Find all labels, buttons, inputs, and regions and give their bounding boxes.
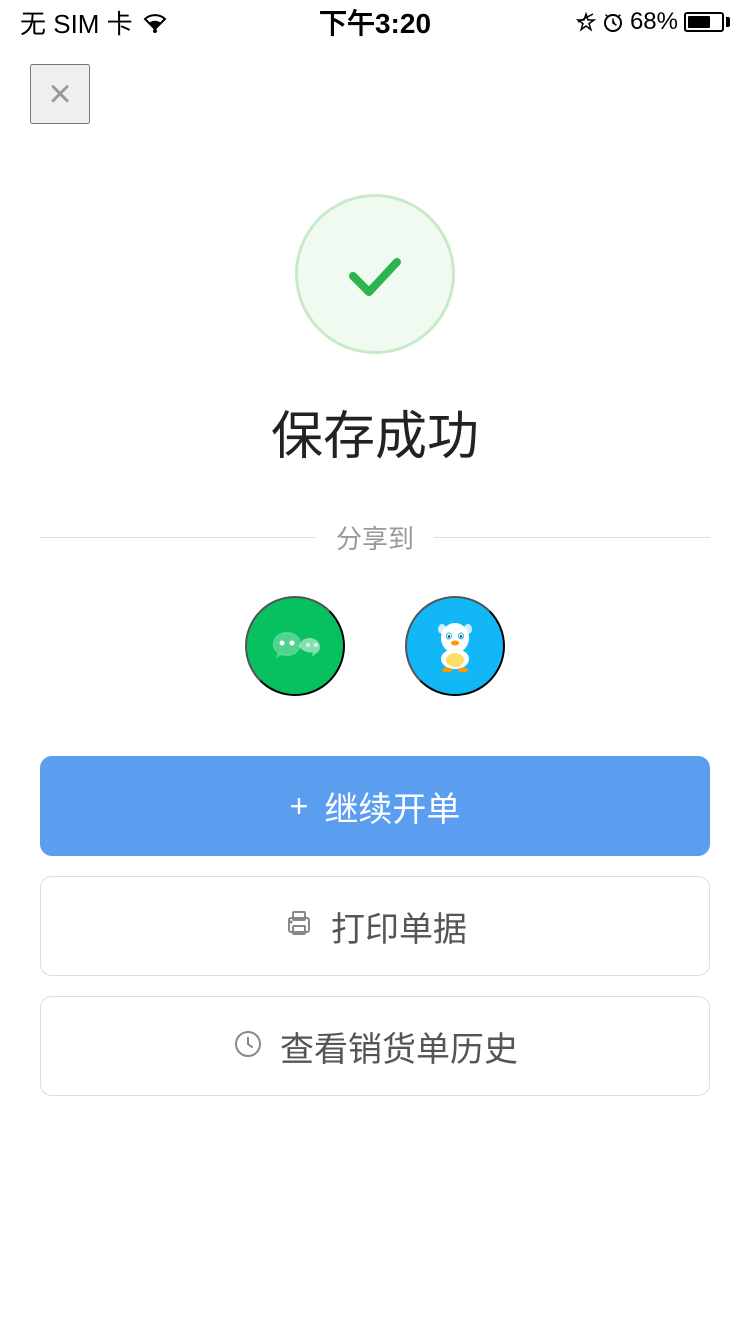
continue-label: 继续开单 [324, 782, 460, 831]
continue-button[interactable]: + 继续开单 [40, 756, 710, 856]
print-label: 打印单据 [331, 902, 467, 951]
status-time: 下午3:20 [319, 2, 431, 42]
share-icons [245, 596, 505, 696]
checkmark-icon [335, 234, 415, 314]
qq-icon [425, 616, 485, 676]
history-label: 查看销货单历史 [280, 1022, 518, 1071]
divider-line-right [434, 537, 710, 538]
print-icon [283, 908, 315, 945]
status-bar: 无 SIM 卡 下午3:20 68% [0, 0, 750, 44]
wifi-icon [141, 11, 169, 33]
success-title: 保存成功 [271, 394, 479, 469]
print-button[interactable]: 打印单据 [40, 876, 710, 976]
battery-icon [684, 12, 730, 32]
alarm-icon [602, 11, 624, 33]
wechat-share-button[interactable] [245, 596, 345, 696]
divider-line-left [40, 537, 316, 538]
share-label: 分享到 [336, 519, 414, 556]
success-circle [295, 194, 455, 354]
close-button[interactable]: × [30, 64, 90, 124]
main-content: 保存成功 分享到 [0, 134, 750, 1334]
history-icon [232, 1028, 264, 1065]
location-icon [576, 12, 596, 32]
history-button[interactable]: 查看销货单历史 [40, 996, 710, 1096]
wechat-icon [265, 616, 325, 676]
carrier-text: 无 SIM 卡 [20, 4, 133, 41]
close-icon: × [48, 74, 71, 114]
battery-text: 68% [630, 8, 678, 36]
share-divider: 分享到 [40, 519, 710, 556]
qq-share-button[interactable] [405, 596, 505, 696]
status-left: 无 SIM 卡 [20, 4, 169, 41]
status-right: 68% [576, 8, 730, 36]
continue-icon: + [290, 790, 309, 822]
action-buttons: + 继续开单 打印单据 查看销货单历史 [40, 756, 710, 1096]
